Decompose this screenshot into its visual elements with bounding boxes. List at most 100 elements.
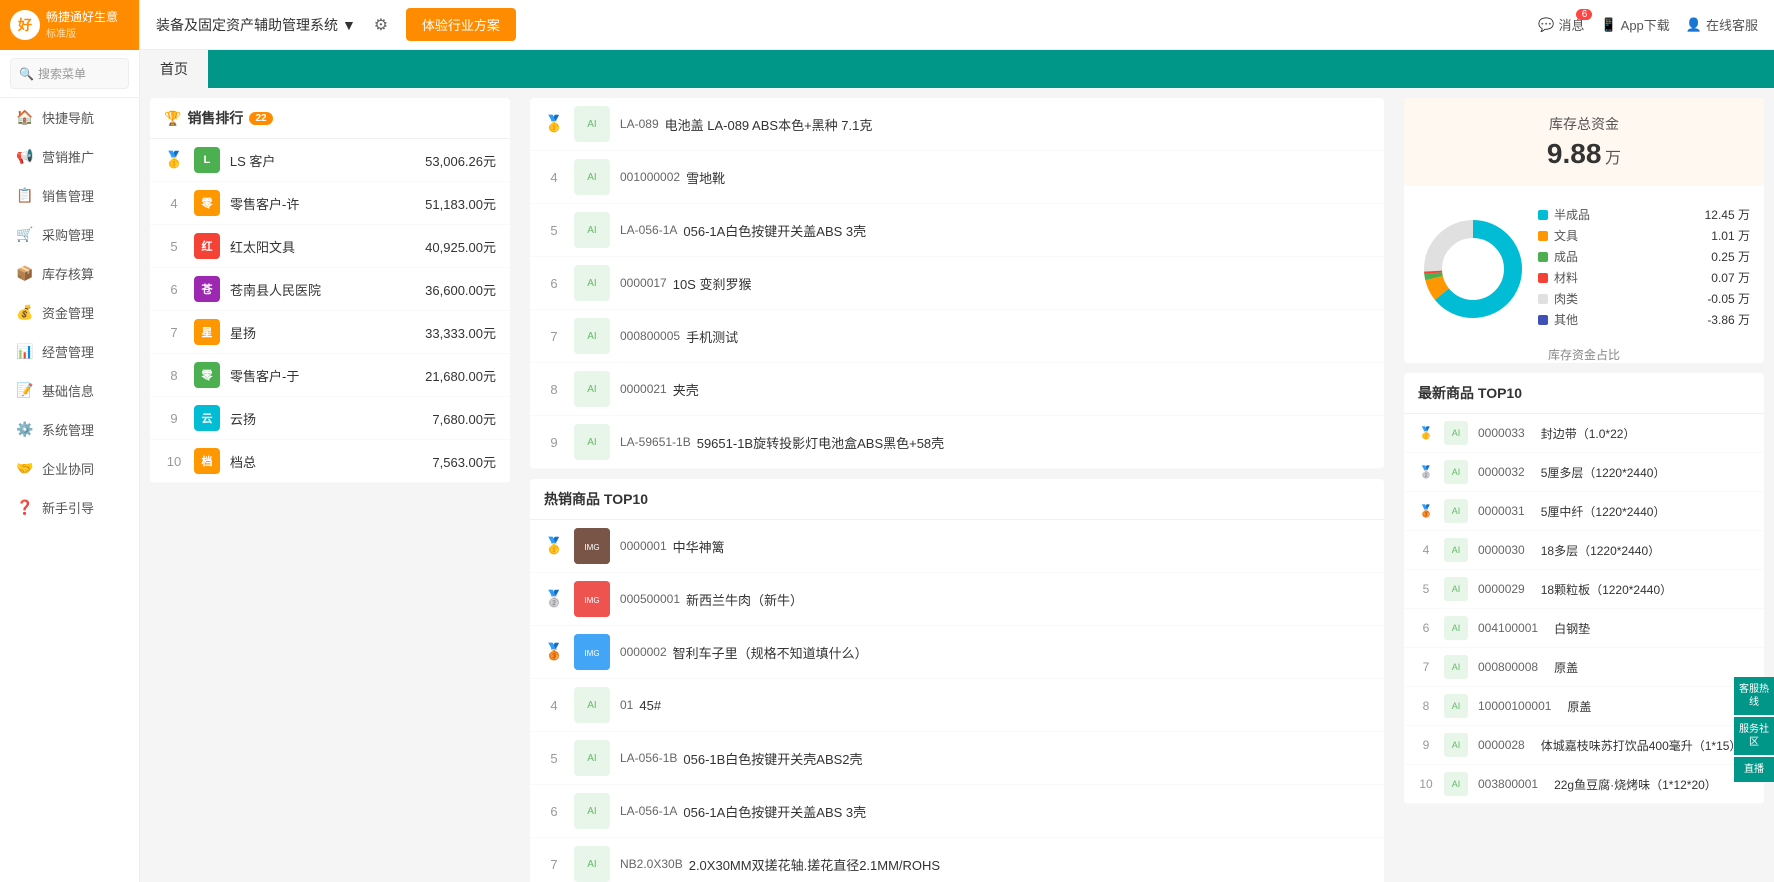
tab-home-label: 首页: [160, 59, 188, 79]
float-btn-service[interactable]: 客服热线: [1734, 677, 1774, 715]
home-icon: 🏠: [16, 109, 34, 127]
basic-info-icon: 📝: [16, 382, 34, 400]
search-menu-label: 搜索菜单: [38, 65, 86, 82]
service-icon: 👤: [1686, 17, 1702, 33]
product-thumb-bottom-2: IMG: [574, 581, 610, 617]
hot-product-top-3: 5 AI LA-056-1A 056-1A白色按键开关盖ABS 3壳: [530, 204, 1384, 257]
product-code-bottom-5: LA-056-1B: [620, 751, 677, 765]
product-name-top-3: 056-1A白色按键开关盖ABS 3壳: [683, 221, 866, 240]
newest-name-9: 体城嘉枝味苏打饮品400毫升（1*15）: [1541, 737, 1742, 754]
inventory-total-unit: 万: [1605, 150, 1621, 167]
product-name-top-5: 手机测试: [686, 327, 738, 346]
newest-name-3: 5厘中纤（1220*2440）: [1541, 503, 1666, 520]
rank-name-3: 红太阳文具: [230, 237, 415, 256]
product-code-top-6: 0000021: [620, 382, 667, 396]
trial-button[interactable]: 体验行业方案: [406, 8, 516, 41]
rank-num-7: 9: [164, 411, 184, 426]
legend-name-3: 材料: [1554, 269, 1705, 286]
product-thumb-top-1: AI: [574, 106, 610, 142]
rank-avatar-2: 零: [194, 190, 220, 216]
enterprise-icon: 🤝: [16, 460, 34, 478]
sidebar-item-operations[interactable]: 📊 经营管理: [0, 332, 139, 371]
sidebar-item-quick-nav[interactable]: 🏠 快捷导航: [0, 98, 139, 137]
float-service: 客服热线 服务社区 直播: [1734, 677, 1774, 782]
sidebar-item-basic-info[interactable]: 📝 基础信息: [0, 371, 139, 410]
product-name-bottom-6: 056-1A白色按键开关盖ABS 3壳: [683, 802, 866, 821]
donut-chart: [1418, 214, 1528, 324]
newest-code-10: 003800001: [1478, 777, 1538, 791]
sidebar-item-sales[interactable]: 📋 销售管理: [0, 176, 139, 215]
newest-code-6: 004100001: [1478, 621, 1538, 635]
medal-1-icon: 🥇: [164, 150, 184, 170]
tab-home[interactable]: 首页: [140, 50, 208, 88]
legend-item-1: 文具 1.01 万: [1538, 227, 1750, 244]
notification-button[interactable]: 💬 消息 6: [1538, 15, 1584, 34]
app-download-button[interactable]: 📱 App下载: [1600, 15, 1669, 34]
newest-thumb-5: AI: [1444, 577, 1468, 601]
system-title-dropdown[interactable]: 装备及固定资产辅助管理系统 ▼: [156, 15, 356, 35]
rank-num-bottom-5: 5: [544, 751, 564, 766]
sales-ranking-title: 销售排行: [187, 108, 243, 128]
sidebar-item-system[interactable]: ⚙️ 系统管理: [0, 410, 139, 449]
newest-item-9: 9 AI 0000028 体城嘉枝味苏打饮品400毫升（1*15）: [1404, 726, 1764, 765]
newest-thumb-1: AI: [1444, 421, 1468, 445]
float-btn-live[interactable]: 直播: [1734, 757, 1774, 782]
sidebar-item-label: 新手引导: [42, 498, 94, 517]
donut-section: 半成品 12.45 万 文具 1.01 万 成品 0.25 万: [1404, 196, 1764, 342]
sidebar-item-marketing[interactable]: 📢 营销推广: [0, 137, 139, 176]
newest-name-5: 18颗粒板（1220*2440）: [1541, 581, 1672, 598]
newest-thumb-7: AI: [1444, 655, 1468, 679]
product-thumb-top-5: AI: [574, 318, 610, 354]
sidebar-item-finance[interactable]: 💰 资金管理: [0, 293, 139, 332]
newest-medal-1: 🥇: [1418, 426, 1434, 440]
product-name-top-7: 59651-1B旋转投影灯电池盒ABS黑色+58壳: [697, 433, 944, 452]
newest-name-2: 5厘多层（1220*2440）: [1541, 464, 1666, 481]
hot-products-top-list: 🥇 AI LA-089 电池盖 LA-089 ABS本色+黑种 7.1克 4 A…: [530, 98, 1384, 469]
hot-product-top-7: 9 AI LA-59651-1B 59651-1B旋转投影灯电池盒ABS黑色+5…: [530, 416, 1384, 469]
marketing-icon: 📢: [16, 148, 34, 166]
product-code-top-1: LA-089: [620, 117, 659, 131]
settings-button[interactable]: ⚙: [366, 10, 396, 40]
rank-avatar-6: 零: [194, 362, 220, 388]
online-service-button[interactable]: 👤 在线客服: [1686, 15, 1758, 34]
app-download-label: App下载: [1621, 15, 1670, 34]
product-name-top-4: 10S 变刹罗猴: [673, 274, 752, 293]
product-code-bottom-6: LA-056-1A: [620, 804, 677, 818]
newest-rank-4: 4: [1418, 543, 1434, 557]
sidebar-item-label: 经营管理: [42, 342, 94, 361]
sidebar-item-inventory[interactable]: 📦 库存核算: [0, 254, 139, 293]
rank-avatar-4: 苍: [194, 276, 220, 302]
newest-rank-5: 5: [1418, 582, 1434, 596]
rank-num-bottom-7: 7: [544, 857, 564, 872]
sidebar-item-purchase[interactable]: 🛒 采购管理: [0, 215, 139, 254]
product-code-bottom-4: 01: [620, 698, 633, 712]
topbar: 装备及固定资产辅助管理系统 ▼ ⚙ 体验行业方案 💬 消息 6 📱 App下载 …: [140, 0, 1774, 50]
rank-amount-7: 7,680.00元: [432, 409, 496, 428]
newest-products-card: 最新商品 TOP10 🥇 AI 0000033 封边带（1.0*22） 🥈 AI…: [1404, 373, 1764, 804]
legend-name-4: 肉类: [1554, 290, 1701, 307]
guide-icon: ❓: [16, 499, 34, 517]
rank-amount-5: 33,333.00元: [425, 323, 496, 342]
product-info-bottom-3: 0000002 智利车子里（规格不知道填什么）: [620, 643, 1370, 662]
hot-bottom-4: 4 AI 01 45#: [530, 679, 1384, 732]
rank-num-6: 8: [164, 368, 184, 383]
product-name-bottom-3: 智利车子里（规格不知道填什么）: [673, 643, 868, 662]
product-info-bottom-5: LA-056-1B 056-1B白色按键开关壳ABS2壳: [620, 749, 1370, 768]
product-info-bottom-7: NB2.0X30B 2.0X30MM双搓花轴.搓花直径2.1MM/ROHS: [620, 855, 1370, 874]
sidebar-item-enterprise[interactable]: 🤝 企业协同: [0, 449, 139, 488]
newest-rank-7: 7: [1418, 660, 1434, 674]
float-btn-community[interactable]: 服务社区: [1734, 717, 1774, 755]
sales-ranking-card: 🏆 销售排行 22 🥇 L LS 客户 53,006.26元 4 零 零售客户-…: [150, 98, 510, 483]
sidebar-item-label: 营销推广: [42, 147, 94, 166]
sidebar-item-guide[interactable]: ❓ 新手引导: [0, 488, 139, 527]
search-icon: 🔍: [19, 67, 34, 81]
newest-item-5: 5 AI 0000029 18颗粒板（1220*2440）: [1404, 570, 1764, 609]
product-thumb-bottom-3: IMG: [574, 634, 610, 670]
finance-icon: 💰: [16, 304, 34, 322]
search-menu-button[interactable]: 🔍 搜索菜单: [10, 58, 129, 89]
system-icon: ⚙️: [16, 421, 34, 439]
newest-item-1: 🥇 AI 0000033 封边带（1.0*22）: [1404, 414, 1764, 453]
product-thumb-bottom-5: AI: [574, 740, 610, 776]
rank-item-5: 7 星 星扬 33,333.00元: [150, 311, 510, 354]
inventory-icon: 📦: [16, 265, 34, 283]
